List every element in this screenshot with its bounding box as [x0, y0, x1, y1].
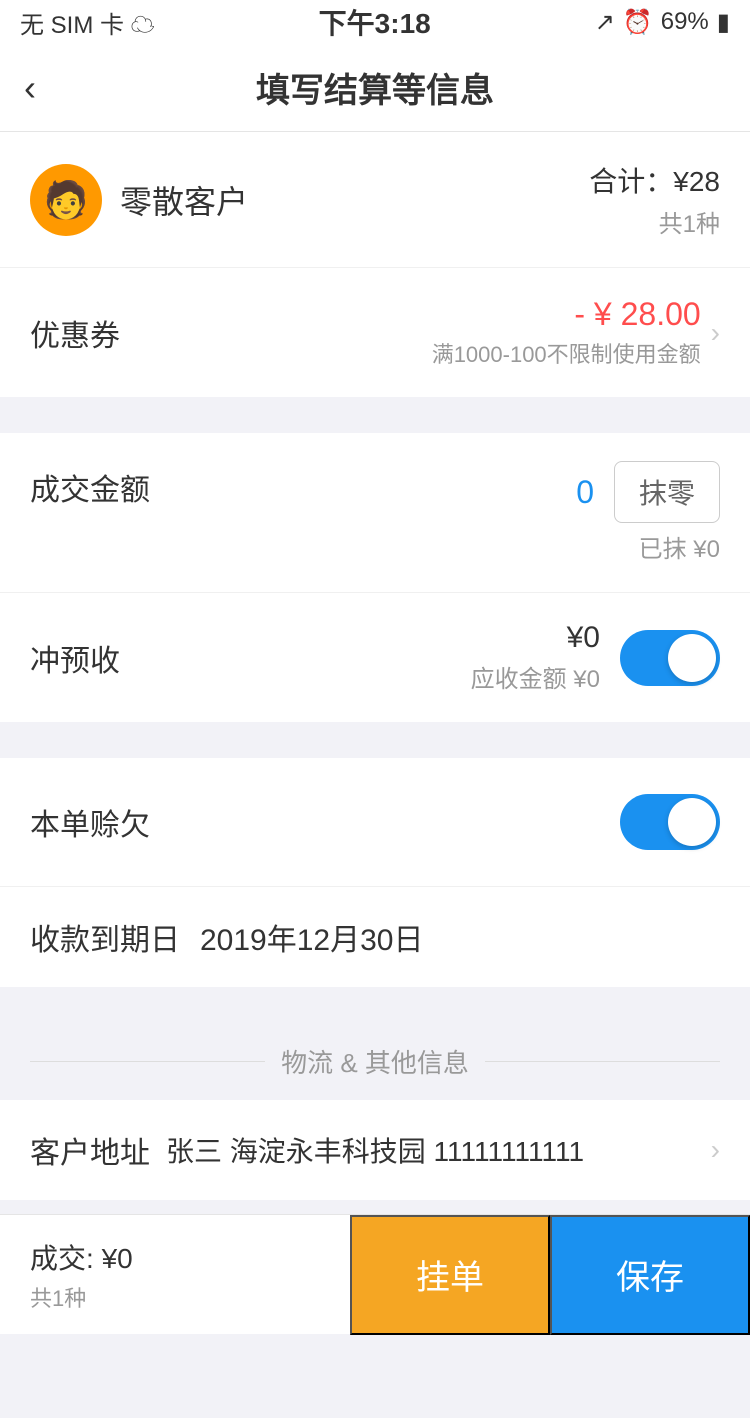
prepay-row: 冲预收 ¥0 应收金额 ¥0: [0, 593, 750, 722]
round-zero-button[interactable]: 抹零: [614, 461, 720, 523]
bottom-bar: 成交: ¥0 共1种 挂单 保存: [0, 1214, 750, 1334]
deal-amount-controls: 0 抹零: [576, 461, 720, 523]
status-left: 无 SIM 卡 ☁: [20, 5, 155, 40]
bottom-deal-value: ¥0: [102, 1243, 133, 1274]
chevron-right-icon: ›: [711, 317, 720, 349]
debit-row: 本单赊欠: [0, 758, 750, 886]
customer-name: 零散客户: [120, 177, 248, 223]
avatar-icon: 🧑: [44, 179, 89, 221]
prepay-label: 冲预收: [30, 636, 120, 680]
section-divider-1: [0, 415, 750, 433]
location-icon: ↗: [595, 8, 615, 37]
header-line-right: [485, 1061, 720, 1062]
status-bar: 无 SIM 卡 ☁ 下午3:18 ↗ ⏰ 69% ▮: [0, 0, 750, 44]
customer-info: 🧑 零散客户: [30, 164, 248, 236]
coupon-desc: 满1000-100不限制使用金额: [432, 337, 701, 369]
prepay-amount-area: ¥0 应收金额 ¥0: [471, 621, 600, 694]
deal-amount-value[interactable]: 0: [576, 474, 594, 511]
back-button[interactable]: ‹: [24, 67, 36, 109]
logistics-header: 物流 & 其他信息: [0, 1023, 750, 1100]
page-title: 填写结算等信息: [256, 63, 494, 112]
prepay-toggle[interactable]: [620, 630, 720, 686]
customer-total: 合计：¥28: [589, 160, 720, 200]
avatar: 🧑: [30, 164, 102, 236]
bottom-info: 成交: ¥0 共1种: [0, 1237, 350, 1313]
debit-toggle[interactable]: [620, 794, 720, 850]
customer-right: 合计：¥28 共1种: [589, 160, 720, 239]
address-label: 客户地址: [30, 1128, 150, 1172]
debit-label: 本单赊欠: [30, 800, 150, 844]
coupon-detail: - ¥ 28.00 满1000-100不限制使用金额: [432, 296, 701, 369]
bottom-count: 共1种: [30, 1281, 320, 1313]
coupon-label: 优惠券: [30, 311, 120, 355]
section-divider-3: [0, 1005, 750, 1023]
customer-row: 🧑 零散客户 合计：¥28 共1种: [0, 132, 750, 267]
deal-amount-label: 成交金额: [30, 461, 150, 509]
address-chevron-icon: ›: [711, 1134, 720, 1166]
due-date-row[interactable]: 收款到期日 2019年12月30日: [0, 886, 750, 987]
prepay-amount: ¥0: [471, 621, 600, 655]
bottom-deal-label: 成交:: [30, 1243, 94, 1274]
sim-status: 无 SIM 卡 ☁: [20, 5, 155, 40]
debit-toggle-knob: [668, 798, 716, 846]
coupon-amount: - ¥ 28.00: [432, 296, 701, 333]
prepay-right: ¥0 应收金额 ¥0: [471, 621, 720, 694]
alarm-icon: ⏰: [623, 8, 653, 37]
status-time: 下午3:18: [319, 2, 431, 42]
deal-amount-sub: 已抹 ¥0: [576, 529, 720, 564]
bottom-deal-row: 成交: ¥0: [30, 1237, 320, 1277]
address-section: 客户地址 张三 海淀永丰科技园 11111111111 ›: [0, 1100, 750, 1200]
debit-section: 本单赊欠 收款到期日 2019年12月30日: [0, 758, 750, 987]
coupon-right: - ¥ 28.00 满1000-100不限制使用金额 ›: [432, 296, 720, 369]
header-line-left: [30, 1061, 265, 1062]
deal-amount-right: 0 抹零 已抹 ¥0: [576, 461, 720, 564]
address-value: 张三 海淀永丰科技园 11111111111: [150, 1130, 711, 1170]
due-date-value: 2019年12月30日: [200, 915, 423, 959]
battery-icon: ▮: [717, 8, 730, 37]
customer-section: 🧑 零散客户 合计：¥28 共1种 优惠券 - ¥ 28.00 满1000-10…: [0, 132, 750, 397]
coupon-row[interactable]: 优惠券 - ¥ 28.00 满1000-100不限制使用金额 ›: [0, 267, 750, 397]
save-button[interactable]: 保存: [550, 1215, 750, 1335]
section-divider-2: [0, 740, 750, 758]
prepay-sub: 应收金额 ¥0: [471, 659, 600, 694]
deal-amount-section: 成交金额 0 抹零 已抹 ¥0 冲预收 ¥0 应收金额 ¥0: [0, 433, 750, 722]
address-row[interactable]: 客户地址 张三 海淀永丰科技园 11111111111 ›: [0, 1100, 750, 1200]
status-right: ↗ ⏰ 69% ▮: [595, 8, 730, 37]
logistics-label: 物流 & 其他信息: [281, 1043, 469, 1080]
nav-bar: ‹ 填写结算等信息: [0, 44, 750, 132]
deal-amount-row: 成交金额 0 抹零 已抹 ¥0: [0, 433, 750, 593]
toggle-knob: [668, 634, 716, 682]
customer-count: 共1种: [589, 204, 720, 239]
due-date-label: 收款到期日: [30, 915, 180, 959]
pending-button[interactable]: 挂单: [350, 1215, 550, 1335]
battery-level: 69%: [661, 8, 709, 36]
